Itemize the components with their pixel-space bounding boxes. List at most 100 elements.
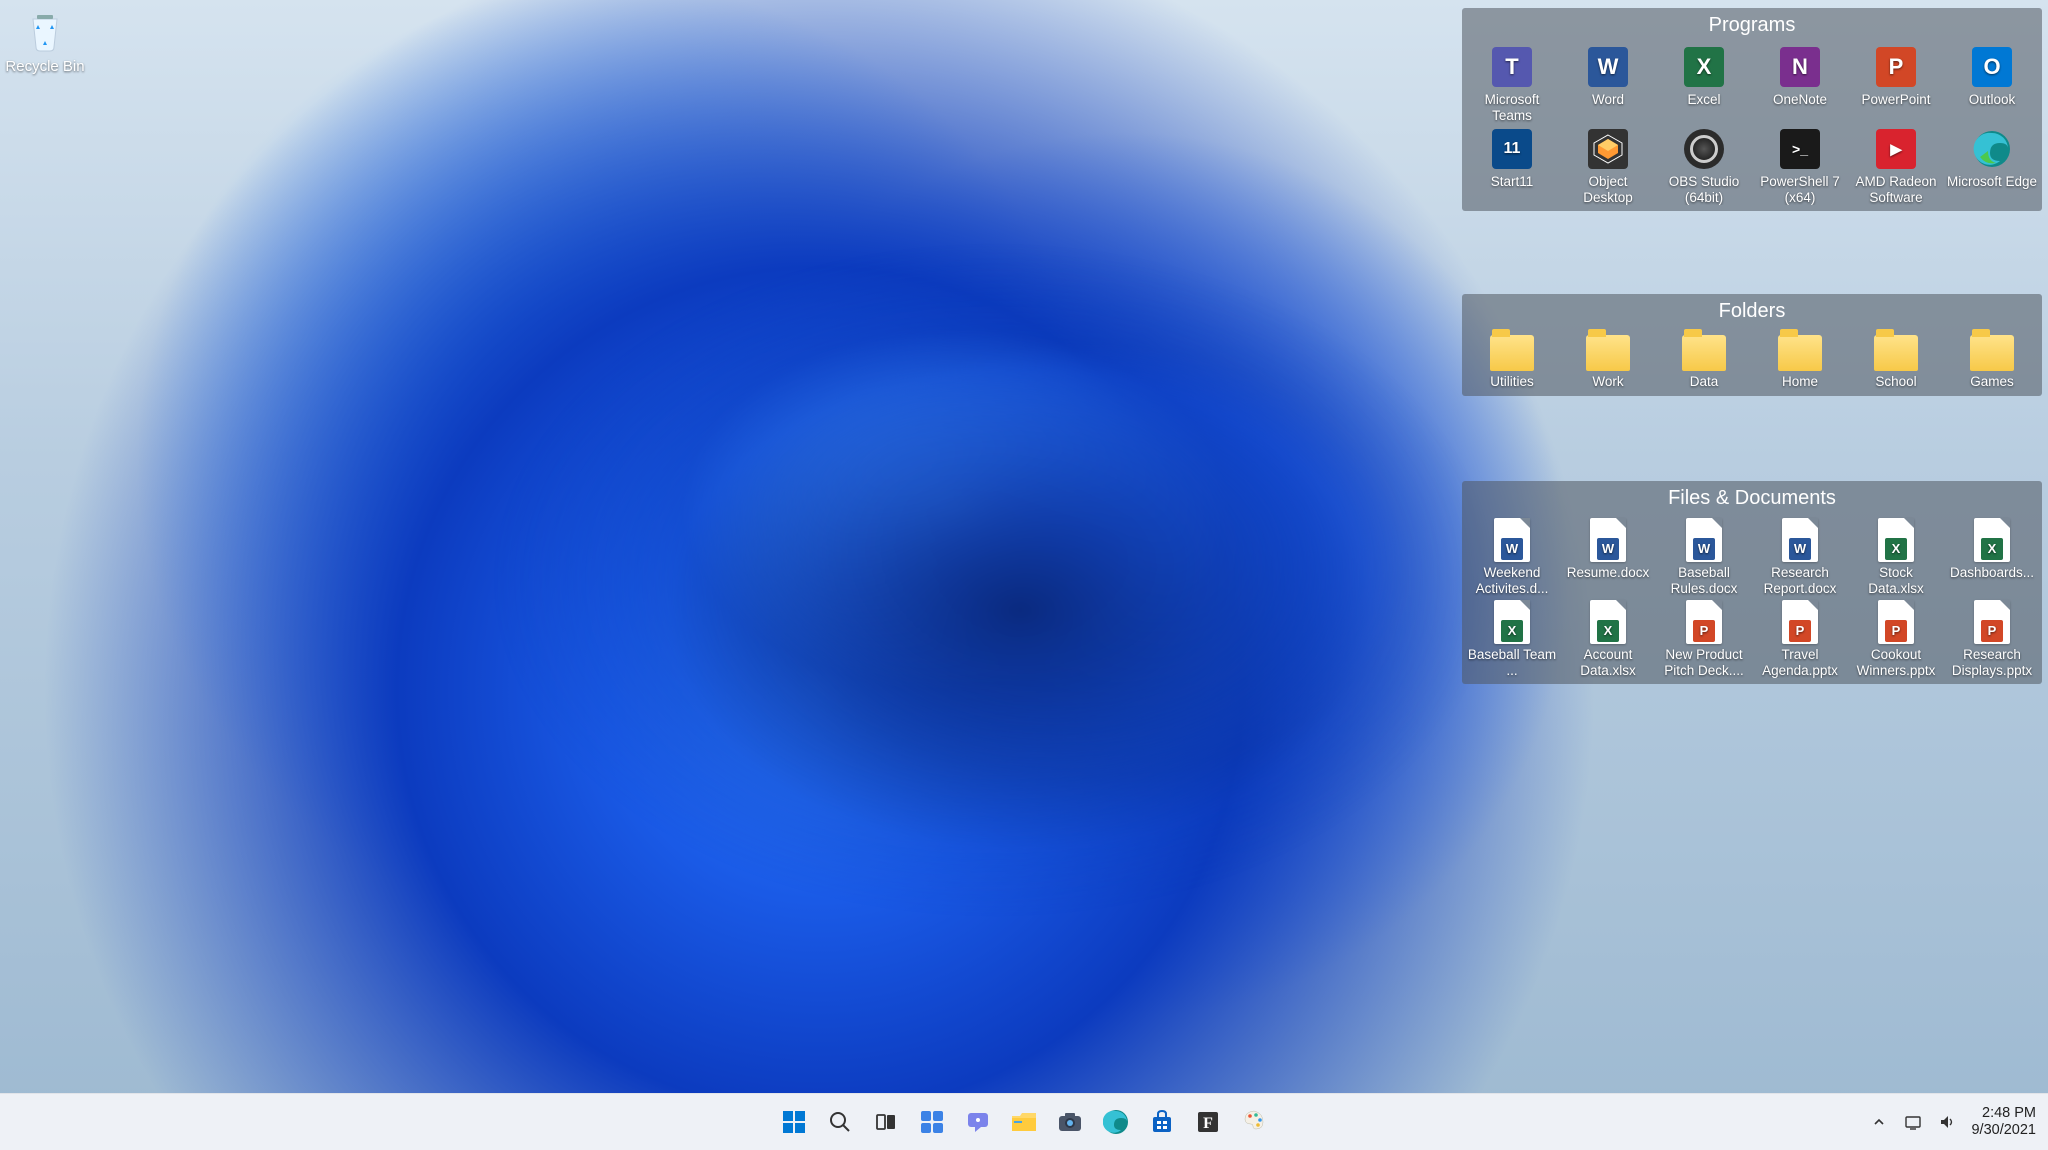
file-explorer-icon (1010, 1110, 1038, 1134)
file-item[interactable]: PResearch Displays.pptx (1944, 600, 2040, 678)
file-item[interactable]: WWeekend Activites.d... (1464, 518, 1560, 596)
excel-file-icon: X (1590, 600, 1626, 644)
folder-home[interactable]: Home (1752, 331, 1848, 390)
search-icon (828, 1110, 852, 1134)
tray-overflow-icon[interactable] (1869, 1112, 1889, 1132)
taskbar-chat-button[interactable] (960, 1104, 996, 1140)
program-amd[interactable]: ▸AMD Radeon Software (1848, 127, 1944, 205)
file-item[interactable]: PCookout Winners.pptx (1848, 600, 1944, 678)
teams-icon: T (1490, 45, 1534, 89)
fence-files-title: Files & Documents (1462, 481, 2042, 518)
taskbar-paint-button[interactable] (1236, 1104, 1272, 1140)
folder-icon (1874, 335, 1918, 371)
powerpoint-icon: P (1874, 45, 1918, 89)
amd-icon: ▸ (1874, 127, 1918, 171)
fence-files[interactable]: Files & Documents WWeekend Activites.d..… (1462, 481, 2042, 684)
folder-games[interactable]: Games (1944, 331, 2040, 390)
ppt-file-icon: P (1974, 600, 2010, 644)
taskbar-file-explorer-button[interactable] (1006, 1104, 1042, 1140)
excel-file-icon: X (1878, 518, 1914, 562)
file-item[interactable]: XStock Data.xlsx (1848, 518, 1944, 596)
folder-label: Games (1944, 374, 2040, 390)
onenote-icon: N (1778, 45, 1822, 89)
fence-folders[interactable]: Folders UtilitiesWorkDataHomeSchoolGames (1462, 294, 2042, 396)
program-powerpoint[interactable]: P PowerPoint (1848, 45, 1944, 123)
file-item[interactable]: PNew Product Pitch Deck.... (1656, 600, 1752, 678)
file-item[interactable]: PTravel Agenda.pptx (1752, 600, 1848, 678)
edge-icon (1970, 127, 2014, 171)
start11-icon: 11 (1490, 127, 1534, 171)
program-powershell[interactable]: >_PowerShell 7 (x64) (1752, 127, 1848, 205)
ppt-file-icon: P (1782, 600, 1818, 644)
recycle-bin-icon (21, 6, 69, 54)
program-label: Start11 (1464, 174, 1560, 190)
recycle-bin[interactable]: Recycle Bin (0, 6, 90, 75)
file-label: Account Data.xlsx (1560, 647, 1656, 678)
program-label: PowerShell 7 (x64) (1752, 174, 1848, 205)
file-label: Weekend Activites.d... (1464, 565, 1560, 596)
file-item[interactable]: WBaseball Rules.docx (1656, 518, 1752, 596)
fence-programs[interactable]: Programs TMicrosoft TeamsWWordXExcelNOne… (1462, 8, 2042, 211)
program-label: Outlook (1944, 92, 2040, 108)
powershell-icon: >_ (1778, 127, 1822, 171)
store-icon (1149, 1109, 1175, 1135)
program-label: Excel (1656, 92, 1752, 108)
program-objectdesktop[interactable]: Object Desktop (1560, 127, 1656, 205)
program-label: PowerPoint (1848, 92, 1944, 108)
folder-label: Work (1560, 374, 1656, 390)
taskbar-edge-button[interactable] (1098, 1104, 1134, 1140)
start-icon (781, 1109, 807, 1135)
taskbar-camera-button[interactable] (1052, 1104, 1088, 1140)
file-item[interactable]: XAccount Data.xlsx (1560, 600, 1656, 678)
system-tray: 2:48 PM 9/30/2021 (1869, 1105, 2036, 1140)
program-word[interactable]: WWord (1560, 45, 1656, 123)
program-obs[interactable]: OBS Studio (64bit) (1656, 127, 1752, 205)
taskbar-store-button[interactable] (1144, 1104, 1180, 1140)
program-label: OBS Studio (64bit) (1656, 174, 1752, 205)
recycle-bin-label: Recycle Bin (0, 58, 90, 75)
file-item[interactable]: WResume.docx (1560, 518, 1656, 596)
chat-icon (965, 1109, 991, 1135)
outlook-icon: O (1970, 45, 2014, 89)
taskbar-clock[interactable]: 2:48 PM 9/30/2021 (1971, 1105, 2036, 1140)
taskbar-fences-button[interactable]: F (1190, 1104, 1226, 1140)
svg-text:F: F (1203, 1115, 1213, 1132)
word-file-icon: W (1494, 518, 1530, 562)
program-outlook[interactable]: O Outlook (1944, 45, 2040, 123)
taskbar-search-button[interactable] (822, 1104, 858, 1140)
program-onenote[interactable]: NOneNote (1752, 45, 1848, 123)
program-label: Microsoft Teams (1464, 92, 1560, 123)
program-teams[interactable]: TMicrosoft Teams (1464, 45, 1560, 123)
folder-school[interactable]: School (1848, 331, 1944, 390)
file-item[interactable]: XDashboards... (1944, 518, 2040, 596)
ppt-file-icon: P (1686, 600, 1722, 644)
program-excel[interactable]: X Excel (1656, 45, 1752, 123)
ppt-file-icon: P (1878, 600, 1914, 644)
program-label: AMD Radeon Software (1848, 174, 1944, 205)
volume-icon[interactable] (1937, 1112, 1957, 1132)
folder-icon (1586, 335, 1630, 371)
folder-utilities[interactable]: Utilities (1464, 331, 1560, 390)
folder-data[interactable]: Data (1656, 331, 1752, 390)
program-edge[interactable]: Microsoft Edge (1944, 127, 2040, 205)
folder-work[interactable]: Work (1560, 331, 1656, 390)
file-item[interactable]: XBaseball Team ... (1464, 600, 1560, 678)
folder-icon (1490, 335, 1534, 371)
excel-icon: X (1682, 45, 1726, 89)
taskbar-task-view-button[interactable] (868, 1104, 904, 1140)
task-view-icon (874, 1110, 898, 1134)
folder-label: Data (1656, 374, 1752, 390)
fence-folders-title: Folders (1462, 294, 2042, 331)
camera-icon (1057, 1111, 1083, 1133)
fences-icon: F (1196, 1110, 1220, 1134)
taskbar-start-button[interactable] (776, 1104, 812, 1140)
network-icon[interactable] (1903, 1112, 1923, 1132)
program-start11[interactable]: 11 Start11 (1464, 127, 1560, 205)
folder-icon (1682, 335, 1726, 371)
widgets-icon (919, 1109, 945, 1135)
program-label: Word (1560, 92, 1656, 108)
file-item[interactable]: WResearch Report.docx (1752, 518, 1848, 596)
folder-icon (1970, 335, 2014, 371)
paint-icon (1241, 1109, 1267, 1135)
taskbar-widgets-button[interactable] (914, 1104, 950, 1140)
